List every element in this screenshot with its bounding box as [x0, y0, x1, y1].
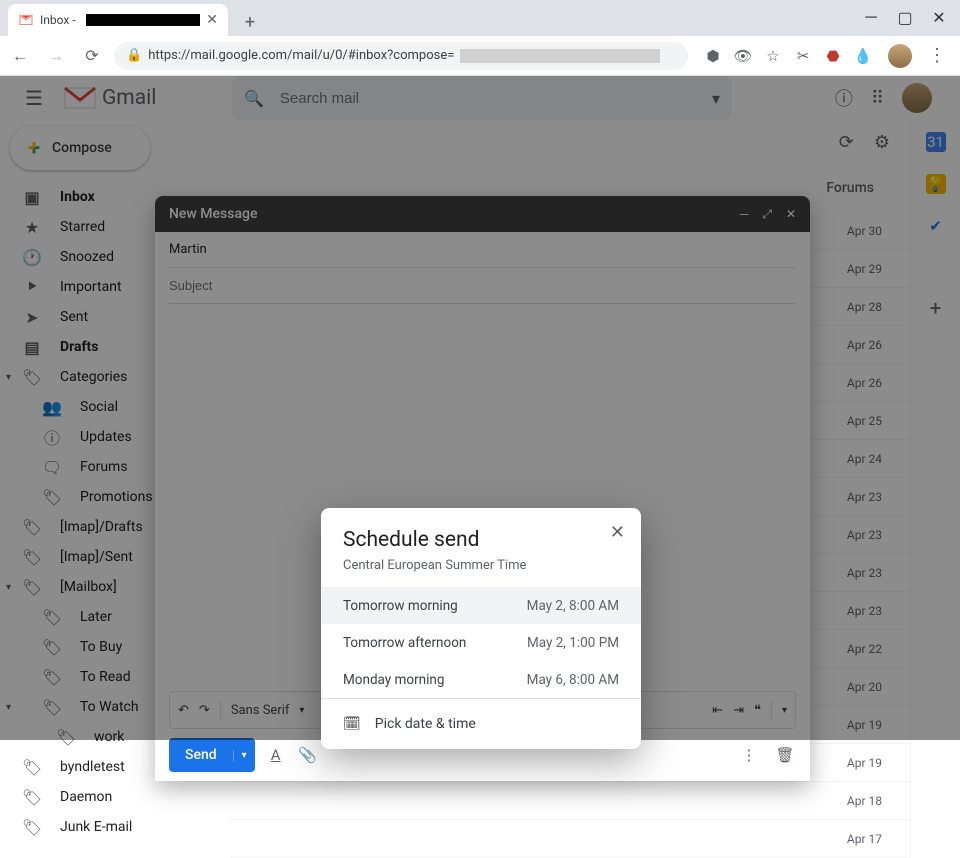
- schedule-option-label: Monday morning: [343, 672, 444, 688]
- address-bar[interactable]: 🔒 https://mail.google.com/mail/u/0/#inbo…: [114, 42, 688, 70]
- browser-tab[interactable]: Inbox - ✕: [8, 4, 228, 36]
- tab-title-redacted: [86, 14, 201, 26]
- label-icon: 🏷: [22, 818, 42, 837]
- sidebar-item-label: byndletest: [60, 759, 125, 775]
- schedule-option[interactable]: Monday morning May 6, 8:00 AM: [321, 661, 641, 698]
- window-controls: ─ ▢ ✕: [854, 4, 956, 30]
- ext-icon-2[interactable]: 👁: [734, 47, 752, 65]
- schedule-title: Schedule send: [343, 528, 619, 552]
- browser-chrome: ─ ▢ ✕ Inbox - ✕ + ← → ⟳ 🔒 https://mail.g…: [0, 0, 960, 76]
- schedule-option-time: May 6, 8:00 AM: [527, 672, 619, 688]
- new-tab-button[interactable]: +: [236, 8, 264, 36]
- gmail-favicon-icon: [18, 12, 34, 28]
- send-button[interactable]: Send ▾: [169, 738, 255, 772]
- mail-row[interactable]: Apr 18: [230, 782, 910, 820]
- schedule-option[interactable]: Tomorrow afternoon May 2, 1:00 PM: [321, 624, 641, 661]
- tab-close-icon[interactable]: ✕: [206, 12, 218, 28]
- schedule-option-label: Tomorrow morning: [343, 598, 458, 614]
- ext-icon-4[interactable]: 💧: [854, 47, 872, 65]
- schedule-option-time: May 2, 8:00 AM: [527, 598, 619, 614]
- mail-date: Apr 17: [847, 832, 882, 846]
- extension-icons: ⬢ 👁 ☆ ✂ ⬣ 💧: [696, 47, 880, 65]
- schedule-header: Schedule send Central European Summer Ti…: [321, 508, 641, 587]
- ext-icon-1[interactable]: ⬢: [704, 47, 722, 65]
- calendar-picker-icon: 🗓: [343, 716, 361, 732]
- mail-date: Apr 18: [847, 794, 882, 808]
- mail-date: Apr 19: [847, 756, 882, 770]
- send-label: Send: [169, 747, 233, 763]
- reload-button[interactable]: ⟳: [78, 42, 106, 70]
- forward-button[interactable]: →: [42, 42, 70, 70]
- send-dropdown-icon[interactable]: ▾: [233, 750, 255, 761]
- url-text: https://mail.google.com/mail/u/0/#inbox?…: [148, 48, 454, 63]
- star-icon[interactable]: ☆: [764, 47, 782, 65]
- sidebar-item-label: Junk E-mail: [60, 819, 132, 835]
- schedule-pick-datetime[interactable]: 🗓 Pick date & time: [321, 699, 641, 749]
- attach-icon[interactable]: 📎: [297, 746, 319, 764]
- sidebar-item[interactable]: 🏷 Junk E-mail: [0, 812, 230, 842]
- url-redacted: [460, 49, 660, 63]
- schedule-option-label: Tomorrow afternoon: [343, 635, 466, 651]
- close-window-icon[interactable]: ✕: [932, 10, 946, 24]
- label-icon: 🏷: [22, 758, 42, 777]
- text-format-icon[interactable]: A: [265, 746, 287, 764]
- label-icon: 🏷: [22, 788, 42, 807]
- profile-avatar[interactable]: [888, 44, 912, 68]
- tab-strip: Inbox - ✕ +: [0, 0, 960, 36]
- maximize-icon[interactable]: ▢: [898, 10, 912, 24]
- schedule-option-time: May 2, 1:00 PM: [527, 635, 619, 651]
- ublock-icon[interactable]: ⬣: [824, 47, 842, 65]
- schedule-close-icon[interactable]: ✕: [610, 522, 625, 543]
- schedule-send-popup: Schedule send Central European Summer Ti…: [321, 508, 641, 749]
- ext-icon-3[interactable]: ✂: [794, 47, 812, 65]
- gmail-app: ☰ Gmail 🔍 ▾ ⓘ ⠿ + Compose ▣Inbox★Starred…: [0, 76, 960, 740]
- lock-icon: 🔒: [126, 48, 142, 63]
- compose-footer-right: ⋮ 🗑: [738, 746, 796, 764]
- mail-row[interactable]: Apr 17: [230, 820, 910, 858]
- browser-toolbar: ← → ⟳ 🔒 https://mail.google.com/mail/u/0…: [0, 36, 960, 76]
- more-options-icon[interactable]: ⋮: [738, 746, 760, 764]
- schedule-timezone: Central European Summer Time: [343, 558, 619, 573]
- schedule-pick-label: Pick date & time: [375, 716, 476, 732]
- schedule-option[interactable]: Tomorrow morning May 2, 8:00 AM: [321, 587, 641, 624]
- browser-menu-icon[interactable]: ⋮: [920, 45, 954, 66]
- discard-icon[interactable]: 🗑: [774, 746, 796, 764]
- sidebar-item[interactable]: 🏷 Daemon: [0, 782, 230, 812]
- minimize-icon[interactable]: ─: [864, 10, 878, 24]
- tab-title-prefix: Inbox -: [40, 13, 76, 27]
- sidebar-item-label: Daemon: [60, 789, 112, 805]
- back-button[interactable]: ←: [6, 42, 34, 70]
